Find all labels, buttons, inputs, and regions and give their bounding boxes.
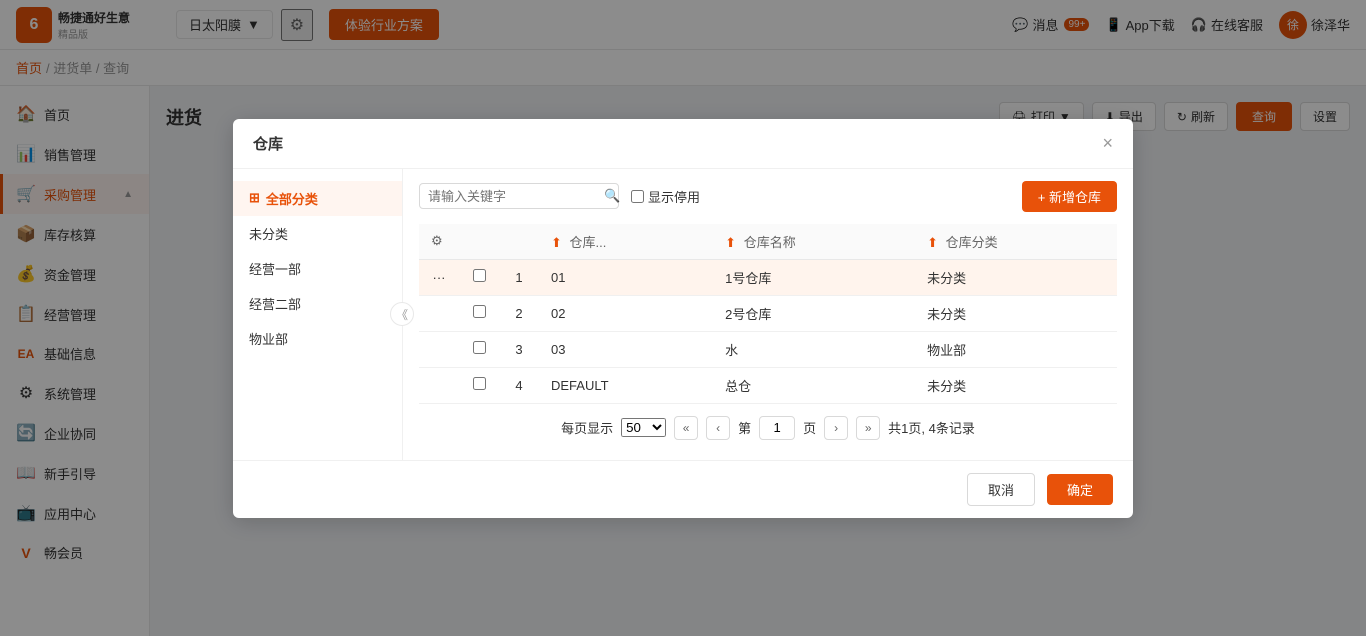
table-panel: 🔍 显示停用 + 新增仓库 ⚙ [403,169,1133,460]
per-page-label: 每页显示 [561,418,613,437]
td-num-4: 4 [499,367,539,403]
td-num-3: 3 [499,331,539,367]
per-page-select[interactable]: 50 100 200 [621,418,666,437]
sort-icon-name: ⬆ [725,235,736,250]
th-checkbox [459,224,499,260]
td-code-1: 01 [539,259,713,295]
table-toolbar: 🔍 显示停用 + 新增仓库 [419,181,1117,212]
td-category-2: 未分类 [915,295,1117,331]
td-name-2: 2号仓库 [713,295,915,331]
modal-title: 仓库 [253,133,283,154]
category-all[interactable]: ⊞ 全部分类 [233,181,402,216]
th-settings: ⚙ [419,224,459,260]
cancel-button[interactable]: 取消 [967,473,1035,506]
td-code-3: 03 [539,331,713,367]
row-checkbox-2[interactable] [473,305,486,318]
td-more-3[interactable] [419,331,459,367]
page-input[interactable] [759,416,795,440]
first-page-button[interactable]: « [674,416,698,440]
td-check-4[interactable] [459,367,499,403]
td-category-4: 未分类 [915,367,1117,403]
modal-header: 仓库 × [233,119,1133,169]
search-icon[interactable]: 🔍 [604,188,620,204]
td-name-3: 水 [713,331,915,367]
category-panel: ⊞ 全部分类 未分类 经营一部 经营二部 物业部 《 [233,169,403,460]
table-row[interactable]: 4 DEFAULT 总仓 未分类 [419,367,1117,403]
row-checkbox-4[interactable] [473,377,486,390]
table-row[interactable]: 2 02 2号仓库 未分类 [419,295,1117,331]
modal-body: ⊞ 全部分类 未分类 经营一部 经营二部 物业部 《 🔍 [233,169,1133,460]
grid-icon: ⊞ [249,190,260,206]
warehouse-modal: 仓库 × ⊞ 全部分类 未分类 经营一部 经营二部 物业部 《 [233,119,1133,518]
category-item-property[interactable]: 物业部 [233,321,402,356]
category-item-unclassified[interactable]: 未分类 [233,216,402,251]
search-box: 🔍 [419,183,619,209]
sort-icon-category: ⬆ [927,235,938,250]
page-suffix: 页 [803,418,816,437]
td-category-3: 物业部 [915,331,1117,367]
table-header: ⚙ ⬆ 仓库... ⬆ 仓库名称 [419,224,1117,260]
modal-close-button[interactable]: × [1102,133,1113,154]
last-page-button[interactable]: » [856,416,880,440]
row-checkbox-3[interactable] [473,341,486,354]
collapse-panel-button[interactable]: 《 [390,302,414,326]
sort-icon-code: ⬆ [551,235,562,250]
total-info: 共1页, 4条记录 [888,418,975,437]
td-more-2[interactable] [419,295,459,331]
modal-footer: 取消 确定 [233,460,1133,518]
table-wrapper: ⚙ ⬆ 仓库... ⬆ 仓库名称 [419,224,1117,404]
table-body: ··· 1 01 1号仓库 未分类 2 02 [419,259,1117,403]
warehouse-table: ⚙ ⬆ 仓库... ⬆ 仓库名称 [419,224,1117,404]
th-category[interactable]: ⬆ 仓库分类 [915,224,1117,260]
td-category-1: 未分类 [915,259,1117,295]
th-code[interactable]: ⬆ 仓库... [539,224,713,260]
th-name[interactable]: ⬆ 仓库名称 [713,224,915,260]
prev-page-button[interactable]: ‹ [706,416,730,440]
modal-overlay: 仓库 × ⊞ 全部分类 未分类 经营一部 经营二部 物业部 《 [0,0,1366,636]
table-row[interactable]: ··· 1 01 1号仓库 未分类 [419,259,1117,295]
td-more-1[interactable]: ··· [419,259,459,295]
show-disabled-checkbox[interactable] [631,190,644,203]
row-checkbox-1[interactable] [473,269,486,282]
td-check-1[interactable] [459,259,499,295]
td-num-2: 2 [499,295,539,331]
category-item-ops1[interactable]: 经营一部 [233,251,402,286]
pagination-bar: 每页显示 50 100 200 « ‹ 第 页 › » 共1页, 4条记录 [419,404,1117,448]
td-num-1: 1 [499,259,539,295]
td-check-3[interactable] [459,331,499,367]
th-num [499,224,539,260]
show-disabled-toggle[interactable]: 显示停用 [631,187,700,206]
search-input[interactable] [428,189,604,204]
next-page-button[interactable]: › [824,416,848,440]
confirm-button[interactable]: 确定 [1047,474,1113,505]
td-check-2[interactable] [459,295,499,331]
td-code-4: DEFAULT [539,367,713,403]
td-more-4[interactable] [419,367,459,403]
td-name-4: 总仓 [713,367,915,403]
category-item-ops2[interactable]: 经营二部 [233,286,402,321]
td-name-1: 1号仓库 [713,259,915,295]
page-label: 第 [738,418,751,437]
td-code-2: 02 [539,295,713,331]
add-warehouse-button[interactable]: + 新增仓库 [1022,181,1117,212]
table-row[interactable]: 3 03 水 物业部 [419,331,1117,367]
